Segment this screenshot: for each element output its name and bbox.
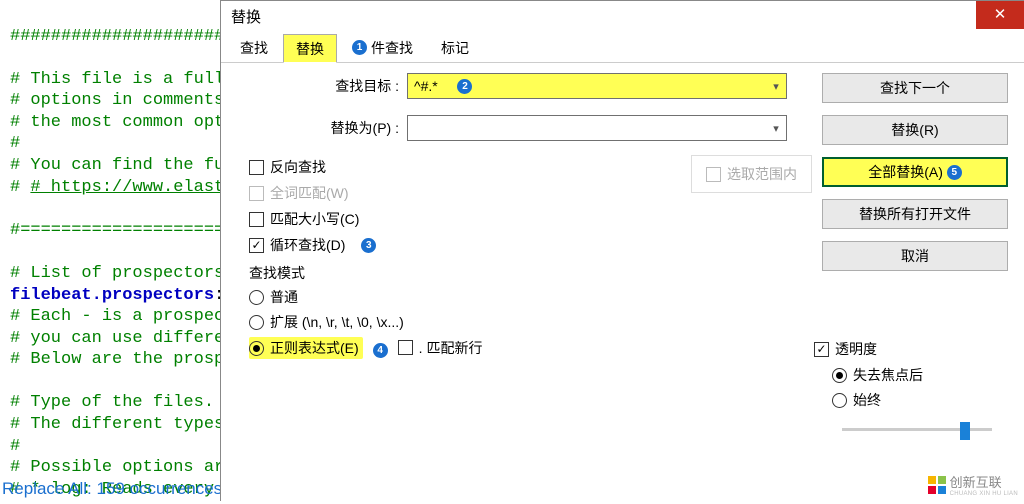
tab-replace[interactable]: 替换 (283, 34, 337, 63)
tab-mark[interactable]: 标记 (428, 33, 482, 62)
dot-matches-newline-checkbox[interactable]: . 匹配新行 (398, 338, 483, 358)
search-mode-regex-radio[interactable]: 正则表达式(E) (249, 337, 363, 359)
logo-icon (928, 476, 946, 494)
annotation-2-icon: 2 (457, 79, 472, 94)
find-what-label: 查找目标 : (237, 76, 407, 96)
radio-icon (832, 393, 847, 408)
replace-all-open-files-button[interactable]: 替换所有打开文件 (822, 199, 1008, 229)
annotation-3-icon: 3 (361, 238, 376, 253)
radio-icon (249, 290, 264, 305)
chevron-down-icon[interactable]: ▾ (766, 122, 786, 135)
checkbox-icon (398, 340, 413, 355)
tab-find-in-files[interactable]: 1件查找 (339, 33, 426, 62)
checkbox-checked-icon: ✓ (814, 342, 829, 357)
checkbox-icon (249, 212, 264, 227)
annotation-4-icon: 4 (373, 343, 388, 358)
transparency-always-radio[interactable]: 始终 (832, 390, 984, 410)
replace-button[interactable]: 替换(R) (822, 115, 1008, 145)
dialog-tabs: 查找 替换 1件查找 标记 (221, 33, 1024, 63)
tab-find[interactable]: 查找 (227, 33, 281, 62)
radio-checked-icon (249, 341, 264, 356)
annotation-5-icon: 5 (947, 165, 962, 180)
in-selection-checkbox: 选取范围内 (691, 155, 812, 193)
radio-icon (249, 315, 264, 330)
transparency-on-lose-focus-radio[interactable]: 失去焦点后 (832, 365, 984, 385)
find-what-input[interactable]: ^#.* 2 ▾ (407, 73, 787, 99)
checkbox-icon (249, 160, 264, 175)
close-icon: ✕ (994, 6, 1007, 23)
chevron-down-icon[interactable]: ▾ (766, 80, 786, 93)
radio-checked-icon (832, 368, 847, 383)
checkbox-icon (706, 167, 721, 182)
cancel-button[interactable]: 取消 (822, 241, 1008, 271)
watermark: 创新互联 CHUANG XIN HU LIAN (928, 472, 1018, 497)
replace-dialog: 替换 ✕ 查找 替换 1件查找 标记 查找目标 : ^#.* 2 ▾ 替换为(P… (220, 0, 1024, 501)
transparency-checkbox[interactable]: ✓ 透明度 (814, 339, 984, 359)
replace-with-label: 替换为(P) : (237, 118, 407, 138)
checkbox-icon (249, 186, 264, 201)
checkbox-checked-icon: ✓ (249, 238, 264, 253)
find-next-button[interactable]: 查找下一个 (822, 73, 1008, 103)
replace-all-button[interactable]: 全部替换(A) 5 (822, 157, 1008, 187)
search-mode-normal-radio[interactable]: 普通 (249, 287, 1008, 307)
transparency-slider[interactable] (842, 420, 992, 440)
search-mode-extended-radio[interactable]: 扩展 (\n, \r, \t, \0, \x...) (249, 312, 1008, 332)
annotation-1-icon: 1 (352, 40, 367, 55)
dialog-titlebar[interactable]: 替换 ✕ (221, 1, 1024, 31)
dialog-title: 替换 (231, 6, 261, 27)
replace-with-input[interactable]: ▾ (407, 115, 787, 141)
slider-thumb-icon[interactable] (960, 422, 970, 440)
close-button[interactable]: ✕ (976, 1, 1024, 29)
